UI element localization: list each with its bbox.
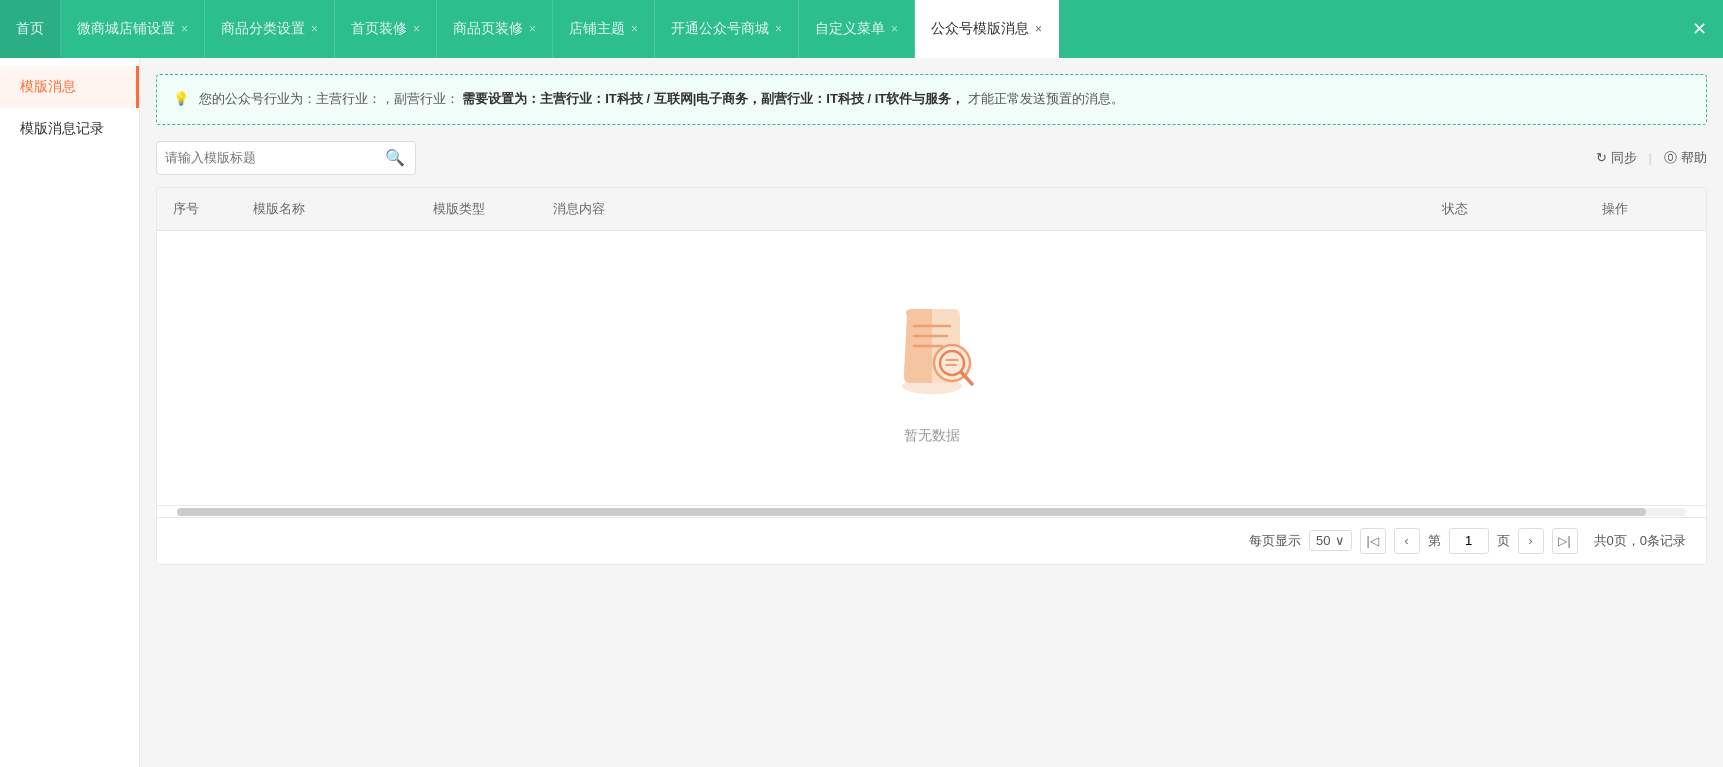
th-type: 模版类型 xyxy=(417,188,537,230)
content-area: 💡 您的公众号行业为：主营行业：，副营行业： 需要设置为：主营行业：IT科技 /… xyxy=(140,58,1723,767)
th-status: 状态 xyxy=(1426,188,1586,230)
top-nav: 首页 微商城店铺设置 × 商品分类设置 × 首页装修 × 商品页装修 × 店铺主… xyxy=(0,0,1723,58)
nav-tab-open-mall[interactable]: 开通公众号商城 × xyxy=(655,0,799,58)
page-size-select[interactable]: 50 ∨ xyxy=(1309,530,1351,551)
close-shop-theme[interactable]: × xyxy=(631,22,638,36)
pagination: 每页显示 50 ∨ |◁ ‹ 第 页 › ▷| xyxy=(157,517,1706,564)
nav-tab-home[interactable]: 首页 xyxy=(0,0,61,58)
nav-tab-home-label: 首页 xyxy=(16,20,44,38)
page-prefix: 第 xyxy=(1428,532,1441,550)
nav-tab-product-deco-label: 商品页装修 xyxy=(453,20,523,38)
page-unit: 页 xyxy=(1497,532,1510,550)
th-index: 序号 xyxy=(157,188,237,230)
notice-banner: 💡 您的公众号行业为：主营行业：，副营行业： 需要设置为：主营行业：IT科技 /… xyxy=(156,74,1707,125)
page-number-input[interactable] xyxy=(1449,528,1489,554)
last-page-button[interactable]: ▷| xyxy=(1552,528,1578,554)
nav-tab-custom-menu[interactable]: 自定义菜单 × xyxy=(799,0,915,58)
sync-label: 同步 xyxy=(1611,149,1637,167)
main-layout: 模版消息 模版消息记录 💡 您的公众号行业为：主营行业：，副营行业： 需要设置为… xyxy=(0,58,1723,767)
page-size-value: 50 xyxy=(1316,533,1330,548)
total-info: 共0页，0条记录 xyxy=(1594,532,1686,550)
search-icon[interactable]: 🔍 xyxy=(385,148,405,167)
sidebar-item-template-msg-log-label: 模版消息记录 xyxy=(20,120,104,136)
first-page-button[interactable]: |◁ xyxy=(1360,528,1386,554)
search-bar: 🔍 ↻ 同步 | ⓪ 帮助 xyxy=(156,141,1707,175)
close-template-msg[interactable]: × xyxy=(1035,22,1042,36)
notice-suffix: 才能正常发送预置的消息。 xyxy=(968,91,1124,106)
nav-tab-category-label: 商品分类设置 xyxy=(221,20,305,38)
sidebar-item-template-msg[interactable]: 模版消息 xyxy=(0,66,139,108)
empty-icon xyxy=(872,291,992,411)
nav-tab-shop-theme[interactable]: 店铺主题 × xyxy=(553,0,655,58)
prev-page-icon: ‹ xyxy=(1405,534,1409,548)
th-content: 消息内容 xyxy=(537,188,1426,230)
nav-tab-template-msg-label: 公众号模版消息 xyxy=(931,20,1029,38)
search-input[interactable] xyxy=(165,150,385,165)
th-name: 模版名称 xyxy=(237,188,417,230)
last-page-icon: ▷| xyxy=(1558,534,1570,548)
nav-tab-home-deco-label: 首页装修 xyxy=(351,20,407,38)
th-action: 操作 xyxy=(1586,188,1706,230)
nav-tab-template-msg[interactable]: 公众号模版消息 × xyxy=(915,0,1059,58)
scrollbar-area[interactable] xyxy=(157,505,1706,517)
nav-tab-shop-theme-label: 店铺主题 xyxy=(569,20,625,38)
toolbar-divider: | xyxy=(1649,150,1652,165)
table-header: 序号 模版名称 模版类型 消息内容 状态 操作 xyxy=(157,188,1706,231)
scrollbar-track xyxy=(177,508,1686,516)
help-icon: ⓪ xyxy=(1664,149,1677,167)
empty-state: 暂无数据 xyxy=(157,231,1706,505)
close-product-decoration[interactable]: × xyxy=(529,22,536,36)
close-open-mall[interactable]: × xyxy=(775,22,782,36)
first-page-icon: |◁ xyxy=(1366,534,1378,548)
nav-tab-product-decoration[interactable]: 商品页装修 × xyxy=(437,0,553,58)
nav-tab-open-mall-label: 开通公众号商城 xyxy=(671,20,769,38)
empty-text: 暂无数据 xyxy=(904,427,960,445)
help-button[interactable]: ⓪ 帮助 xyxy=(1664,149,1707,167)
close-custom-menu[interactable]: × xyxy=(891,22,898,36)
next-page-button[interactable]: › xyxy=(1518,528,1544,554)
sidebar: 模版消息 模版消息记录 xyxy=(0,58,140,767)
next-page-icon: › xyxy=(1529,534,1533,548)
notice-icon: 💡 xyxy=(173,91,189,106)
sidebar-item-template-msg-label: 模版消息 xyxy=(20,78,76,94)
close-category-settings[interactable]: × xyxy=(311,22,318,36)
data-table: 序号 模版名称 模版类型 消息内容 状态 操作 xyxy=(156,187,1707,565)
notice-highlight: 需要设置为：主营行业：IT科技 / 互联网|电子商务，副营行业：IT科技 / I… xyxy=(462,91,964,106)
nav-tab-category-settings[interactable]: 商品分类设置 × xyxy=(205,0,335,58)
scrollbar-thumb[interactable] xyxy=(177,508,1646,516)
nav-tab-shop-settings[interactable]: 微商城店铺设置 × xyxy=(61,0,205,58)
help-label: 帮助 xyxy=(1681,149,1707,167)
nav-tab-shop-settings-label: 微商城店铺设置 xyxy=(77,20,175,38)
page-size-dropdown-icon: ∨ xyxy=(1335,533,1345,548)
page-size-label: 每页显示 xyxy=(1249,532,1301,550)
sync-button[interactable]: ↻ 同步 xyxy=(1596,149,1637,167)
sidebar-item-template-msg-log[interactable]: 模版消息记录 xyxy=(0,108,139,150)
notice-prefix: 您的公众号行业为：主营行业：，副营行业： xyxy=(199,91,459,106)
nav-tab-home-decoration[interactable]: 首页装修 × xyxy=(335,0,437,58)
prev-page-button[interactable]: ‹ xyxy=(1394,528,1420,554)
toolbar-right: ↻ 同步 | ⓪ 帮助 xyxy=(1596,149,1707,167)
search-input-wrap[interactable]: 🔍 xyxy=(156,141,416,175)
close-home-decoration[interactable]: × xyxy=(413,22,420,36)
nav-tab-custom-menu-label: 自定义菜单 xyxy=(815,20,885,38)
sync-icon: ↻ xyxy=(1596,150,1607,165)
close-shop-settings[interactable]: × xyxy=(181,22,188,36)
close-all-button[interactable]: ✕ xyxy=(1676,0,1723,58)
